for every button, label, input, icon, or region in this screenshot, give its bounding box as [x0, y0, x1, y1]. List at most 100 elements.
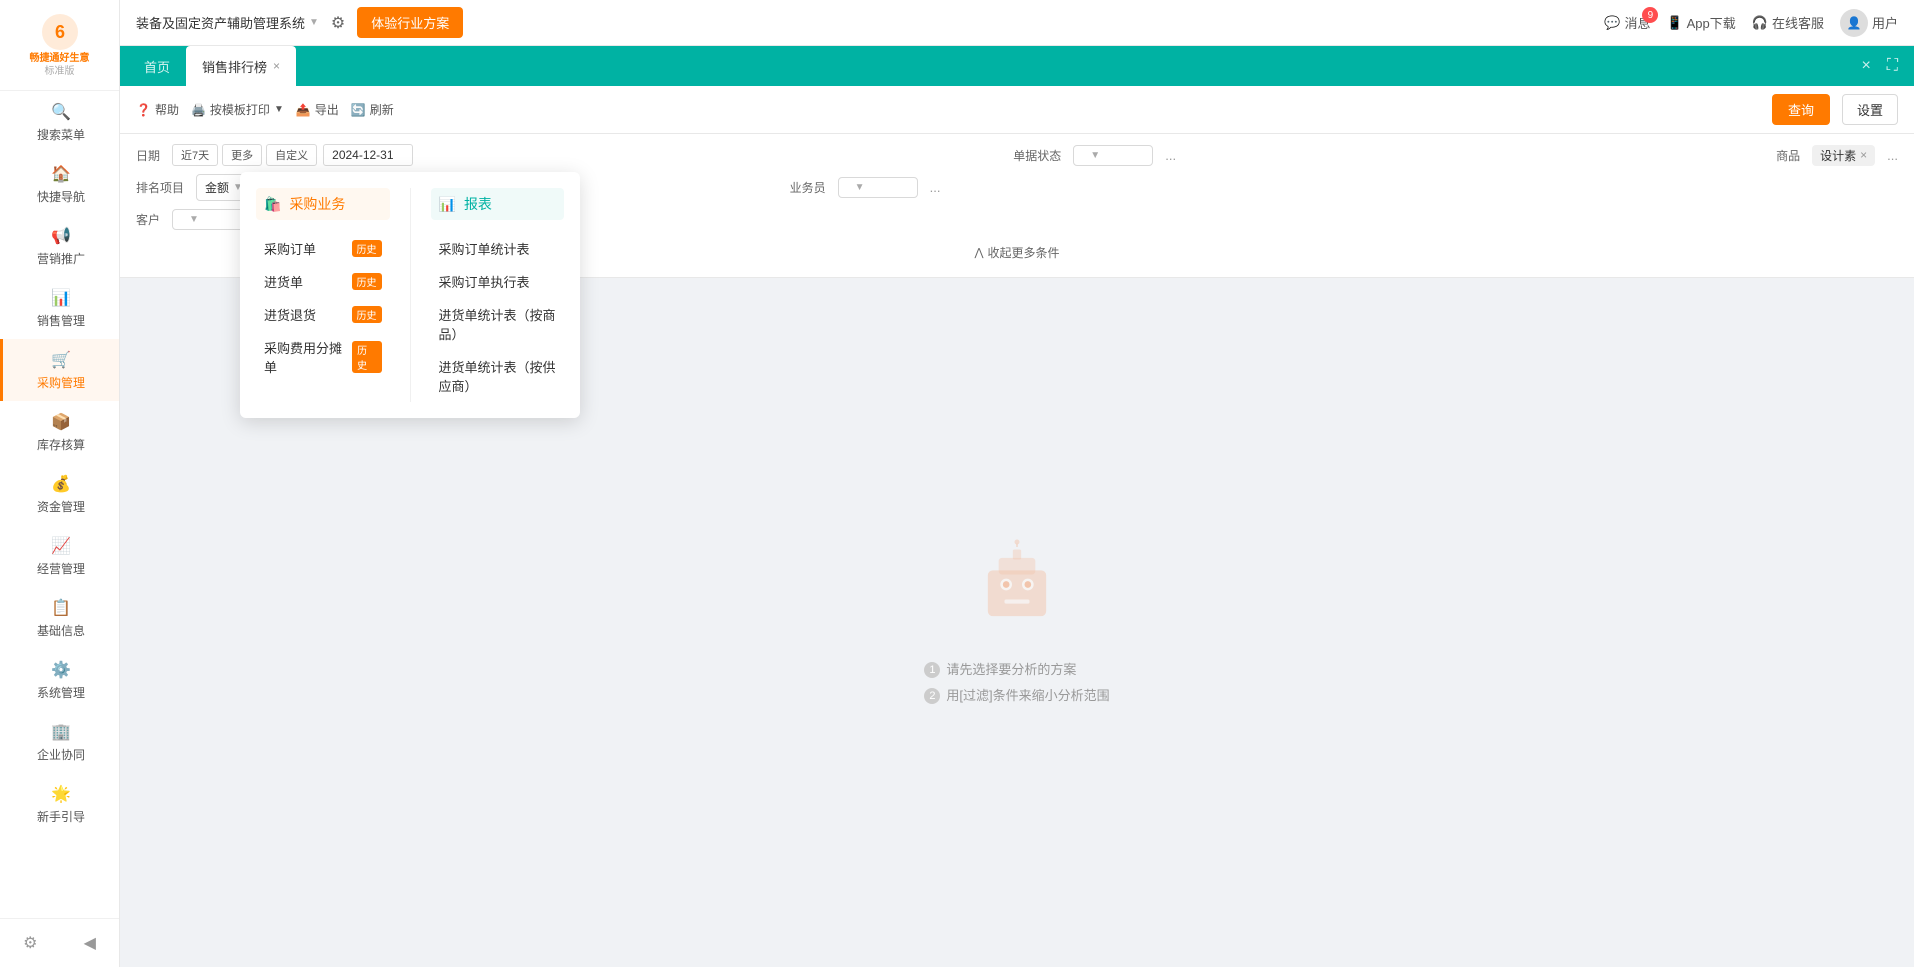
status-filter-label: 单据状态: [1013, 147, 1061, 164]
sidebar-item-guide[interactable]: 🌟 新手引导: [0, 773, 119, 835]
sidebar-item-finance[interactable]: 💰 资金管理: [0, 463, 119, 525]
date-custom-btn[interactable]: 自定义: [266, 144, 317, 166]
empty-tips: 1 请先选择要分析的方案 2 用[过滤]条件来缩小分析范围: [924, 657, 1109, 709]
guide-icon: 🌟: [50, 783, 72, 805]
purchase-expense-item[interactable]: 采购费用分摊单 历史: [256, 331, 390, 383]
search-icon: 🔍: [50, 101, 72, 123]
system-icon: ⚙️: [50, 659, 72, 681]
reports-title: 报表: [464, 194, 492, 214]
topbar-right: 💬 消息 9 📱 App下载 🎧 在线客服 👤 用户: [1604, 9, 1898, 37]
message-btn[interactable]: 💬 消息 9: [1604, 13, 1650, 32]
empty-illustration: [967, 537, 1067, 637]
export-btn[interactable]: 📤 导出: [296, 101, 339, 118]
sidebar-item-marketing-label: 营销推广: [37, 250, 85, 267]
dropdown-columns: 🛍️ 采购业务 采购订单 历史 进货单 历史 进货退货 历史: [256, 188, 564, 402]
message-icon: 💬: [1604, 15, 1620, 31]
online-service-btn[interactable]: 🎧 在线客服: [1752, 13, 1824, 32]
goods-filter-tag: 设计素 ×: [1812, 145, 1875, 166]
status-dropdown-icon: ▼: [1090, 150, 1100, 161]
tip-2-num: 2: [924, 688, 940, 704]
sidebar-item-quicknav[interactable]: 🏠 快捷导航: [0, 153, 119, 215]
sidebar-item-basic[interactable]: 📋 基础信息: [0, 587, 119, 649]
sidebar-item-basic-label: 基础信息: [37, 622, 85, 639]
tabbar-expand-btn[interactable]: ⛶: [1879, 57, 1906, 75]
salesperson-filter-select[interactable]: ▼: [838, 177, 918, 198]
sidebar-item-system[interactable]: ⚙️ 系统管理: [0, 649, 119, 711]
app-name: 畅捷通好生意: [30, 52, 90, 65]
purchase-order-stats-item[interactable]: 采购订单统计表: [431, 232, 565, 265]
sidebar-item-marketing[interactable]: 📢 营销推广: [0, 215, 119, 277]
salesperson-dropdown-icon: ▼: [855, 182, 865, 193]
tip-1-text: 请先选择要分析的方案: [946, 657, 1076, 683]
goods-receipt-stats-supplier-item[interactable]: 进货单统计表（按供应商）: [431, 350, 565, 402]
topbar: 装备及固定资产辅助管理系统 ▼ ⚙ 体验行业方案 💬 消息 9 📱 App下载 …: [120, 0, 1914, 46]
sidebar: 6 畅捷通好生意 标准版 🔍 搜索菜单 🏠 快捷导航 📢 营销推广 📊 销售管理…: [0, 0, 120, 967]
system-title-dropdown[interactable]: 装备及固定资产辅助管理系统 ▼: [136, 13, 319, 32]
date-to-input[interactable]: [323, 144, 413, 166]
refresh-icon: 🔄: [351, 103, 366, 117]
app-download-btn[interactable]: 📱 App下载: [1666, 13, 1735, 32]
sidebar-item-operation[interactable]: 📈 经营管理: [0, 525, 119, 587]
industry-btn[interactable]: 体验行业方案: [357, 7, 463, 38]
tab-sales-rank-label: 销售排行榜: [202, 57, 267, 76]
sidebar-item-company-label: 企业协同: [37, 746, 85, 763]
purchase-order-history-badge: 历史: [352, 240, 382, 257]
goods-receipt-history-badge: 历史: [352, 273, 382, 290]
purchase-dropdown-menu: 🛍️ 采购业务 采购订单 历史 进货单 历史 进货退货 历史: [240, 172, 580, 418]
purchase-business-icon: 🛍️: [264, 196, 281, 213]
refresh-btn[interactable]: 🔄 刷新: [351, 101, 394, 118]
goods-receipt-stats-supplier-label: 进货单统计表（按供应商）: [439, 357, 557, 395]
reports-header: 📊 报表: [431, 188, 565, 220]
sidebar-settings-btn[interactable]: ⚙: [19, 929, 41, 957]
tab-home[interactable]: 首页: [128, 46, 186, 86]
tab-sales-rank-close-icon[interactable]: ×: [273, 59, 280, 73]
sidebar-item-purchase[interactable]: 🛒 采购管理: [0, 339, 119, 401]
goods-filter-dots[interactable]: ...: [1887, 148, 1898, 163]
sidebar-item-sales-label: 销售管理: [37, 312, 85, 329]
query-btn[interactable]: 查询: [1772, 94, 1830, 125]
sidebar-item-inventory[interactable]: 📦 库存核算: [0, 401, 119, 463]
sidebar-item-sales[interactable]: 📊 销售管理: [0, 277, 119, 339]
purchase-order-stats-label: 采购订单统计表: [439, 239, 530, 258]
reports-icon: 📊: [439, 196, 456, 213]
topbar-settings-icon[interactable]: ⚙: [331, 13, 345, 33]
app-icon: 📱: [1666, 15, 1682, 31]
salesperson-filter-dots[interactable]: ...: [930, 180, 941, 195]
goods-receipt-stats-goods-item[interactable]: 进货单统计表（按商品）: [431, 298, 565, 350]
purchase-order-item[interactable]: 采购订单 历史: [256, 232, 390, 265]
status-filter-dots[interactable]: ...: [1165, 148, 1176, 163]
tab-sales-rank[interactable]: 销售排行榜 ×: [186, 46, 296, 86]
sidebar-item-system-label: 系统管理: [37, 684, 85, 701]
sidebar-item-quicknav-label: 快捷导航: [37, 188, 85, 205]
help-btn[interactable]: ❓ 帮助: [136, 101, 179, 118]
sidebar-bottom: ⚙ ◀: [0, 918, 119, 967]
filter-row-1: 日期 近7天 更多 自定义 单据状态 ▼ ... 商品: [136, 144, 1898, 166]
date-7days-btn[interactable]: 近7天: [172, 144, 218, 166]
reports-col: 📊 报表 采购订单统计表 采购订单执行表 进货单统计表（按商品） 进货单统计表（…: [431, 188, 565, 402]
service-label: 在线客服: [1772, 13, 1824, 32]
sidebar-item-search[interactable]: 🔍 搜索菜单: [0, 91, 119, 153]
tabbar-close-btn[interactable]: ×: [1853, 57, 1878, 75]
service-icon: 🎧: [1752, 15, 1768, 31]
goods-receipt-item[interactable]: 进货单 历史: [256, 265, 390, 298]
sidebar-navigation: 🔍 搜索菜单 🏠 快捷导航 📢 营销推广 📊 销售管理 🛒 采购管理 📦 库存核…: [0, 91, 119, 918]
filter-toolbar: ❓ 帮助 🖨️ 按模板打印 ▼ 📤 导出 🔄 刷新 查询 设置: [120, 86, 1914, 134]
app-logo-icon: 6: [40, 12, 80, 52]
purchase-expense-history-badge: 历史: [352, 341, 381, 373]
goods-tag-close-icon[interactable]: ×: [1860, 148, 1867, 162]
settings-btn[interactable]: 设置: [1842, 94, 1898, 125]
status-filter-select[interactable]: ▼: [1073, 145, 1153, 166]
system-title-text: 装备及固定资产辅助管理系统: [136, 13, 305, 32]
print-dropdown-icon: ▼: [274, 104, 284, 115]
customer-filter-label: 客户: [136, 211, 160, 228]
purchase-icon: 🛒: [50, 349, 72, 371]
goods-return-item[interactable]: 进货退货 历史: [256, 298, 390, 331]
sidebar-item-company[interactable]: 🏢 企业协同: [0, 711, 119, 773]
sidebar-collapse-btn[interactable]: ◀: [80, 929, 100, 957]
date-filter-label: 日期: [136, 147, 160, 164]
print-btn[interactable]: 🖨️ 按模板打印 ▼: [191, 101, 284, 118]
user-btn[interactable]: 👤 用户: [1840, 9, 1898, 37]
tab-home-label: 首页: [144, 57, 170, 76]
purchase-order-exec-item[interactable]: 采购订单执行表: [431, 265, 565, 298]
date-more-btn[interactable]: 更多: [222, 144, 262, 166]
